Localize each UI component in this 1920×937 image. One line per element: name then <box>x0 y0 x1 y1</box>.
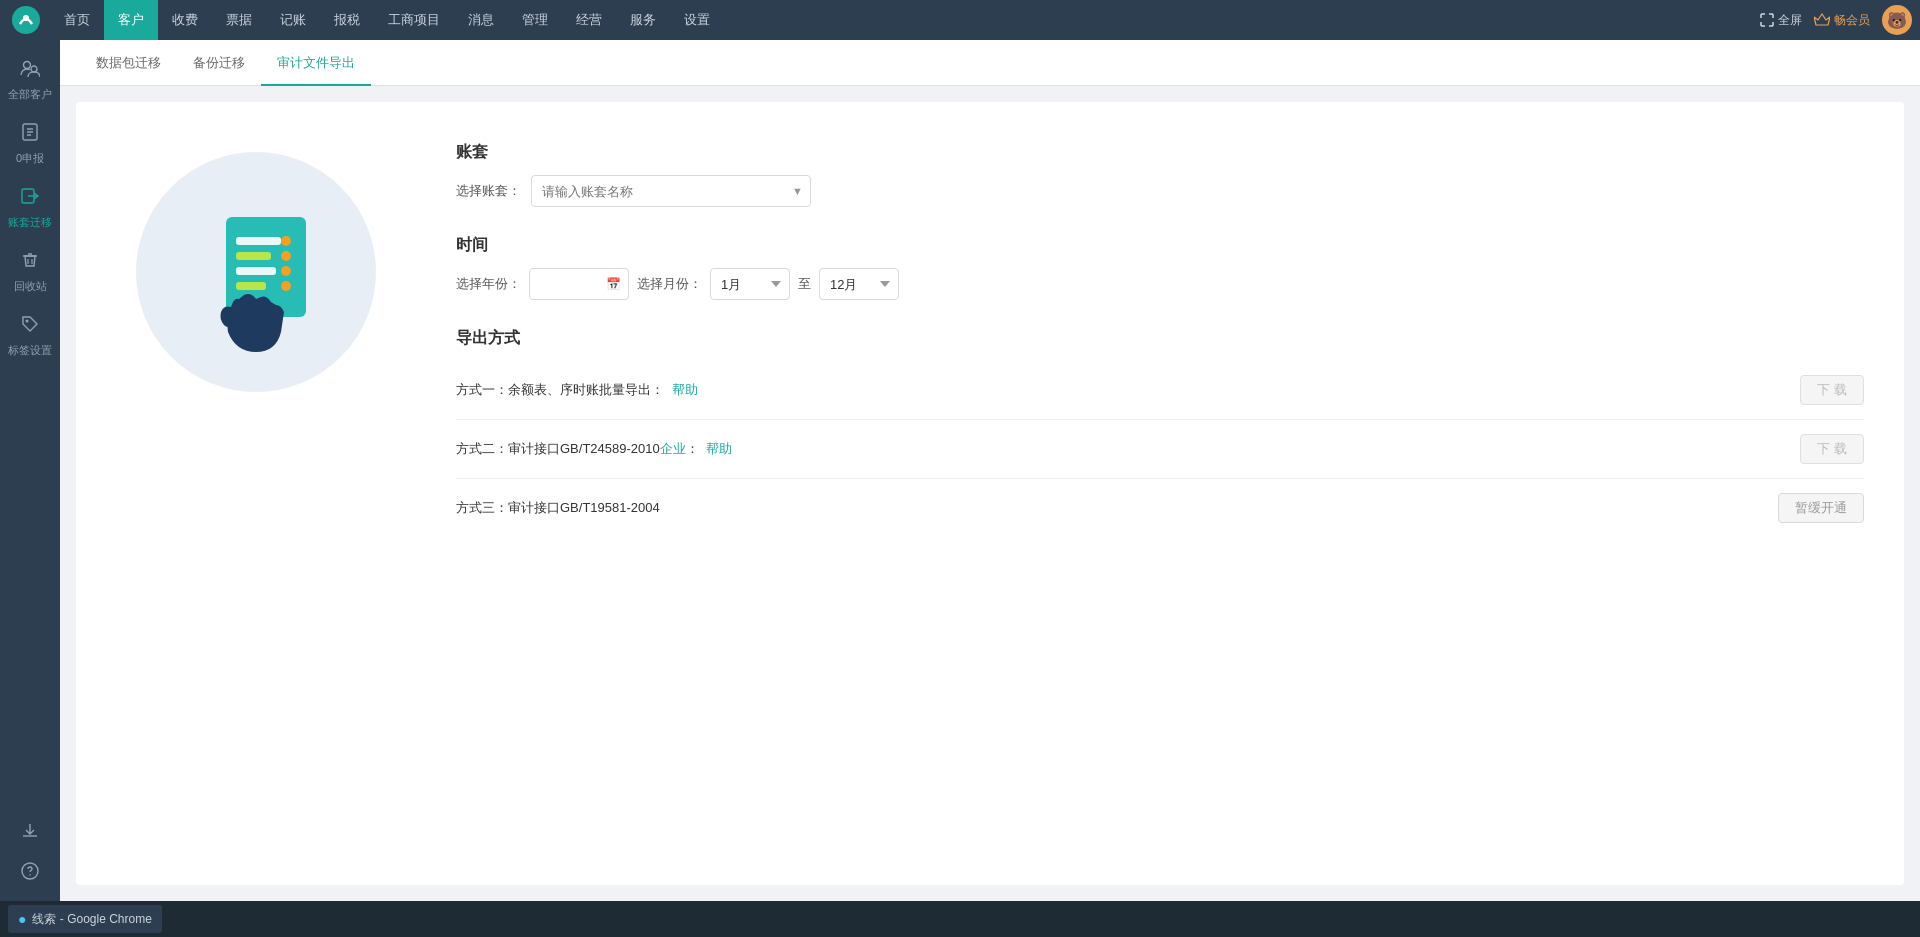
sidebar-item-migrate[interactable]: 账套迁移 <box>0 176 60 240</box>
nav-invoice[interactable]: 票据 <box>212 0 266 40</box>
nav-settings[interactable]: 设置 <box>670 0 724 40</box>
tab-data-migrate[interactable]: 数据包迁移 <box>80 42 177 86</box>
export-method-2-company: 企业 <box>660 441 686 456</box>
sidebar-label-migrate: 账套迁移 <box>8 215 52 230</box>
tag-icon <box>20 314 40 339</box>
export-method-3: 方式三：审计接口GB/T19581-2004 暂缓开通 <box>456 479 1864 537</box>
account-select-label: 选择账套： <box>456 182 521 200</box>
sidebar-help-icon[interactable] <box>0 853 60 889</box>
svg-point-2 <box>24 62 31 69</box>
month-select-label: 选择月份： <box>637 275 702 293</box>
export-method-2-suffix: ： <box>686 441 699 456</box>
export-method-3-btn[interactable]: 暂缓开通 <box>1778 493 1864 523</box>
recycle-icon <box>20 250 40 275</box>
svg-point-14 <box>281 236 291 246</box>
start-month-select[interactable]: 1月2月3月4月 5月6月7月8月 9月10月11月12月 <box>710 268 790 300</box>
nav-operation[interactable]: 经营 <box>562 0 616 40</box>
svg-point-17 <box>281 281 291 291</box>
taskbar-label: 线索 - Google Chrome <box>32 911 151 928</box>
nav-tax[interactable]: 报税 <box>320 0 374 40</box>
nav-manage[interactable]: 管理 <box>508 0 562 40</box>
svg-rect-12 <box>236 267 276 275</box>
end-month-select[interactable]: 1月2月3月4月 5月6月7月8月 9月10月11月12月 <box>819 268 899 300</box>
migrate-icon <box>20 186 40 211</box>
account-form-row: 选择账套： ▼ <box>456 175 1864 207</box>
export-method-2: 方式二：审计接口GB/T24589-2010企业： 帮助 下 载 <box>456 420 1864 479</box>
taskbar-chrome[interactable]: ● 线索 - Google Chrome <box>8 905 162 933</box>
svg-point-6 <box>26 320 29 323</box>
illustration-circle <box>136 152 376 392</box>
nav-home[interactable]: 首页 <box>50 0 104 40</box>
export-method-1-label: 方式一：余额表、序时账批量导出： 帮助 <box>456 381 698 399</box>
export-method-2-label: 方式二：审计接口GB/T24589-2010企业： 帮助 <box>456 440 732 458</box>
account-section: 账套 选择账套： ▼ <box>456 142 1864 207</box>
time-section-title: 时间 <box>456 235 1864 256</box>
export-method-2-btn[interactable]: 下 载 <box>1800 434 1864 464</box>
export-method-1: 方式一：余额表、序时账批量导出： 帮助 下 载 <box>456 361 1864 420</box>
account-select-wrapper: ▼ <box>531 175 811 207</box>
sidebar-item-all-clients[interactable]: 全部客户 <box>0 48 60 112</box>
svg-point-1 <box>23 15 29 21</box>
svg-rect-10 <box>236 237 281 245</box>
sidebar-item-tag[interactable]: 标签设置 <box>0 304 60 368</box>
sidebar-item-recycle[interactable]: 回收站 <box>0 240 60 304</box>
sidebar-label-tag: 标签设置 <box>8 343 52 358</box>
nav-client[interactable]: 客户 <box>104 0 158 40</box>
tab-backup-migrate[interactable]: 备份迁移 <box>177 42 261 86</box>
zero-declare-icon <box>20 122 40 147</box>
nav-business[interactable]: 工商项目 <box>374 0 454 40</box>
svg-rect-11 <box>236 252 271 260</box>
nav-right: 全屏 畅会员 🐻 <box>1760 5 1912 35</box>
page-content: 账套 选择账套： ▼ 时间 选择年份： 202 <box>76 102 1904 885</box>
export-section-title: 导出方式 <box>456 328 1864 349</box>
user-avatar[interactable]: 🐻 <box>1882 5 1912 35</box>
fullscreen-btn[interactable]: 全屏 <box>1760 12 1802 29</box>
nav-service[interactable]: 服务 <box>616 0 670 40</box>
sidebar-item-zero-declare[interactable]: 0申报 <box>0 112 60 176</box>
content-area: 数据包迁移 备份迁移 审计文件导出 <box>60 40 1920 901</box>
form-area: 账套 选择账套： ▼ 时间 选择年份： 202 <box>456 132 1864 855</box>
main-layout: 全部客户 0申报 账套迁移 <box>0 40 1920 901</box>
sidebar-label-recycle: 回收站 <box>14 279 47 294</box>
export-method-2-help[interactable]: 帮助 <box>706 441 732 456</box>
sidebar-bottom <box>0 813 60 901</box>
nav-fee[interactable]: 收费 <box>158 0 212 40</box>
export-method-1-btn[interactable]: 下 载 <box>1800 375 1864 405</box>
sidebar-download-icon[interactable] <box>0 813 60 849</box>
all-clients-icon <box>20 58 40 83</box>
time-section: 时间 选择年份： 2023 📅 选择月份： 1月2月3月4月 5月6月7月8月 … <box>456 235 1864 300</box>
top-nav: 首页 客户 收费 票据 记账 报税 工商项目 消息 管理 经营 服务 设置 全屏… <box>0 0 1920 40</box>
year-input[interactable]: 2023 <box>529 268 629 300</box>
svg-point-8 <box>29 874 31 876</box>
nav-items: 首页 客户 收费 票据 记账 报税 工商项目 消息 管理 经营 服务 设置 <box>50 0 1760 40</box>
nav-bookkeeping[interactable]: 记账 <box>266 0 320 40</box>
taskbar: ● 线索 - Google Chrome <box>0 901 1920 937</box>
sidebar-label-all-clients: 全部客户 <box>8 87 52 102</box>
svg-point-16 <box>281 266 291 276</box>
vip-btn[interactable]: 畅会员 <box>1814 12 1870 29</box>
year-select-label: 选择年份： <box>456 275 521 293</box>
tab-bar: 数据包迁移 备份迁移 审计文件导出 <box>60 40 1920 86</box>
illustration-area <box>116 132 396 855</box>
svg-point-3 <box>31 66 37 72</box>
sidebar: 全部客户 0申报 账套迁移 <box>0 40 60 901</box>
export-method-3-text: 方式三：审计接口GB/T19581-2004 <box>456 500 660 515</box>
tab-audit-export[interactable]: 审计文件导出 <box>261 42 371 86</box>
to-label: 至 <box>798 275 811 293</box>
account-name-input[interactable] <box>531 175 811 207</box>
time-form-row: 选择年份： 2023 📅 选择月份： 1月2月3月4月 5月6月7月8月 9月1… <box>456 268 1864 300</box>
nav-message[interactable]: 消息 <box>454 0 508 40</box>
app-logo[interactable] <box>8 2 44 38</box>
account-section-title: 账套 <box>456 142 1864 163</box>
svg-point-15 <box>281 251 291 261</box>
export-method-1-text: 方式一：余额表、序时账批量导出： <box>456 382 664 397</box>
sidebar-label-zero-declare: 0申报 <box>16 151 44 166</box>
export-method-1-help[interactable]: 帮助 <box>672 382 698 397</box>
export-method-2-text: 方式二：审计接口GB/T24589-2010 <box>456 441 660 456</box>
export-section: 导出方式 方式一：余额表、序时账批量导出： 帮助 下 载 方式二：审计接口GB/… <box>456 328 1864 537</box>
export-method-3-label: 方式三：审计接口GB/T19581-2004 <box>456 499 660 517</box>
svg-rect-13 <box>236 282 266 290</box>
chrome-icon: ● <box>18 911 26 927</box>
